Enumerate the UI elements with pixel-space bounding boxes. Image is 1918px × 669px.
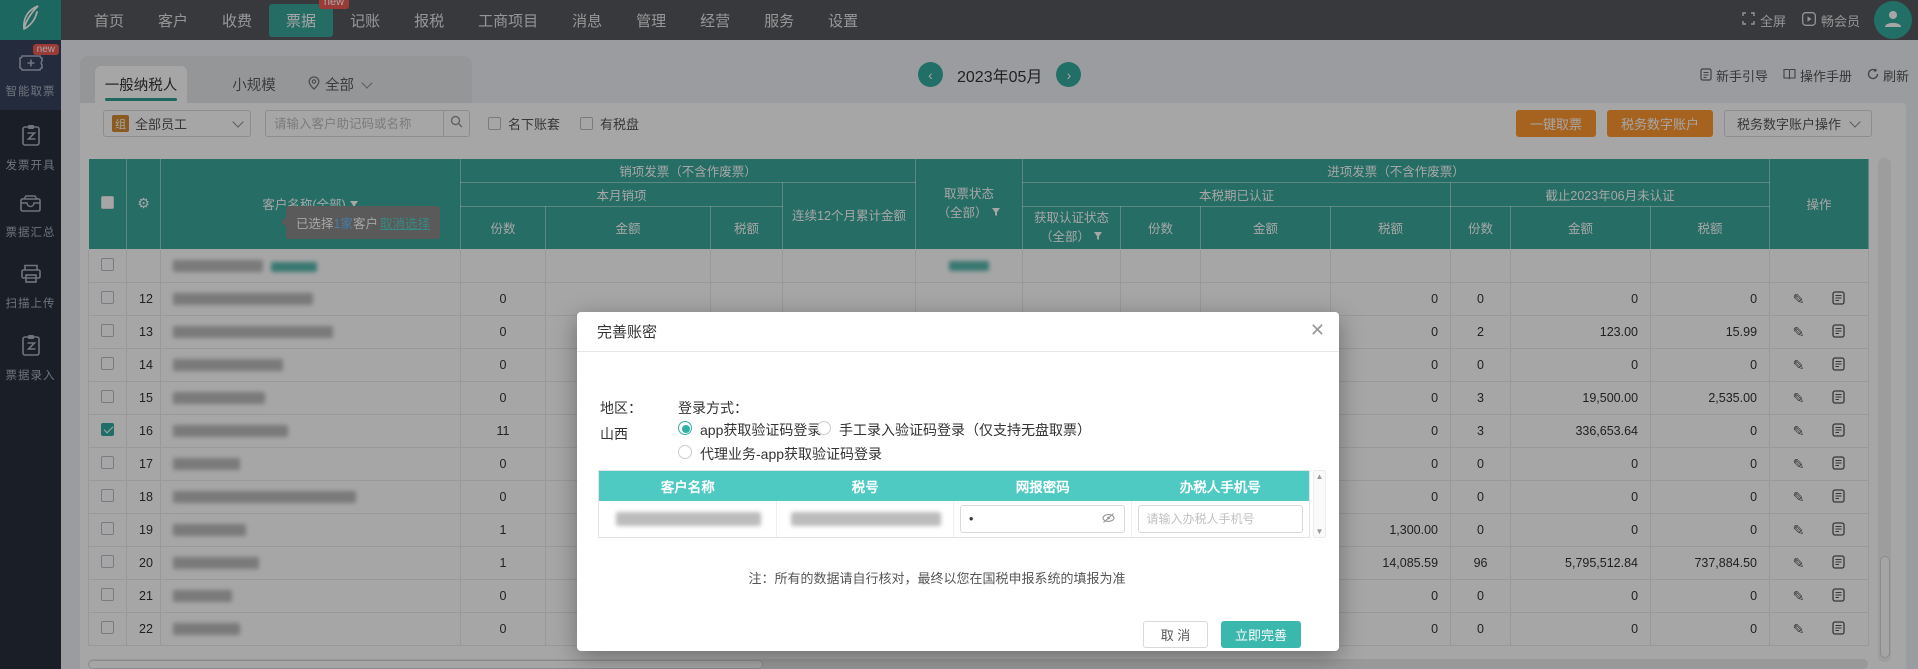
complete-credentials-dialog: 完善账密 ✕ 地区： 山西 登录方式： app获取验证码登录 手工录入验证码登录… [577, 312, 1339, 651]
radio-app-code-login[interactable] [678, 421, 692, 435]
radio-app-code-label: app获取验证码登录 [700, 422, 822, 438]
radio-agent-app-login[interactable] [678, 445, 692, 459]
region-value: 山西 [600, 426, 628, 442]
dialog-note: 注：所有的数据请自行核对，最终以您在国税申报系统的填报为准 [748, 571, 1126, 586]
agent-phone-input[interactable] [1146, 512, 1294, 526]
confirm-button[interactable]: 立即完善 [1221, 621, 1301, 648]
col-web-password: 网报密码 [1015, 480, 1070, 495]
credentials-table-scrollbar: ▲ ▼ [1313, 470, 1326, 538]
col-customer-name: 客户名称 [660, 480, 715, 495]
dialog-title: 完善账密 [597, 324, 658, 341]
tax-number-cell [777, 501, 954, 537]
app-window: 首页 客户 收费 票据 new 记账 报税 工商项目 消息 管理 经营 服务 设置 全屏 畅会员 new… [0, 0, 1918, 669]
credentials-table: 客户名称 税号 网报密码 办税人手机号 • [598, 470, 1310, 538]
agent-phone-cell [1132, 501, 1310, 537]
redacted-tax-number [790, 512, 941, 526]
cancel-button[interactable]: 取 消 [1143, 621, 1208, 648]
radio-manual-code-login[interactable] [817, 421, 831, 435]
password-dot: • [969, 512, 974, 526]
dialog-header: 完善账密 ✕ [577, 312, 1339, 352]
agent-phone-input-wrap [1137, 505, 1303, 533]
web-password-cell: • [954, 501, 1132, 537]
radio-manual-code-label: 手工录入验证码登录（仅支持无盘取票） [839, 422, 1091, 438]
col-tax-number: 税号 [851, 480, 879, 495]
scroll-down-icon[interactable]: ▼ [1314, 527, 1325, 536]
col-agent-phone: 办税人手机号 [1179, 480, 1261, 495]
eye-slash-icon[interactable] [1101, 512, 1116, 527]
web-password-input[interactable]: • [960, 505, 1125, 533]
close-icon[interactable]: ✕ [1310, 321, 1325, 339]
region-label: 地区： [600, 400, 642, 416]
scroll-up-icon[interactable]: ▲ [1314, 472, 1325, 481]
login-mode-label: 登录方式： [678, 400, 748, 416]
radio-agent-app-label: 代理业务-app获取验证码登录 [700, 446, 883, 462]
customer-name-cell [599, 501, 777, 537]
redacted-customer-name [616, 512, 761, 526]
credentials-row: • [599, 501, 1309, 537]
credentials-table-header: 客户名称 税号 网报密码 办税人手机号 [599, 471, 1309, 501]
